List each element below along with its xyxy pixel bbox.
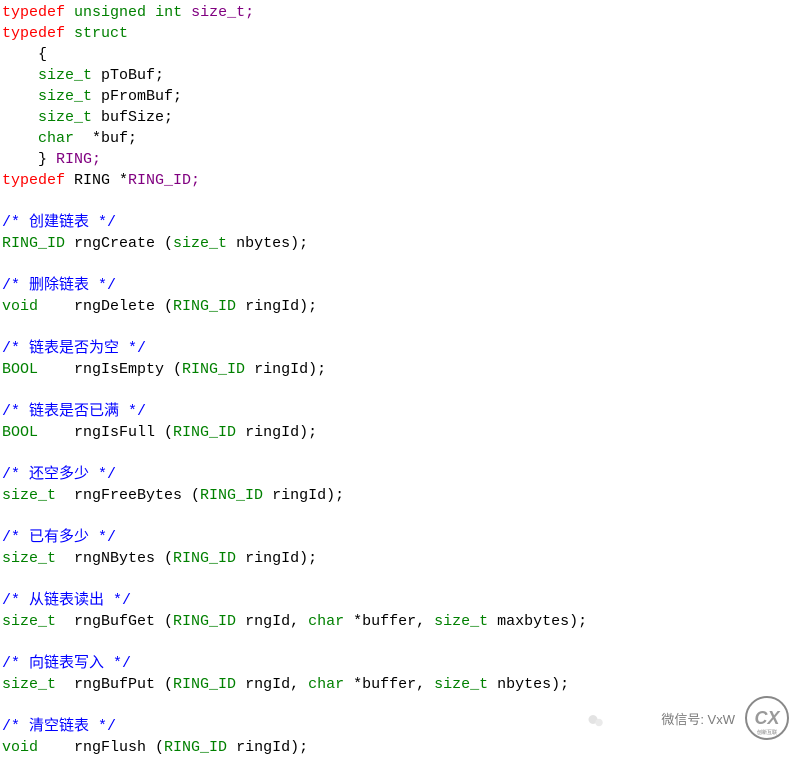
param-type: RING_ID [173,550,236,567]
comment-freebytes: /* 还空多少 */ [2,466,116,483]
param-type: char [308,613,344,630]
ret-bool: BOOL [2,361,38,378]
kw-struct: struct [74,25,128,42]
type-sizet: size_t [38,67,92,84]
watermark-logo: CX 创新互联 [745,696,789,740]
param-type: RING_ID [173,676,236,693]
type-char: char [38,130,74,147]
fn-rngFlush: rngFlush ( [38,739,164,756]
param-name: ringId); [236,298,317,315]
indent [2,109,38,126]
fn-rngIsFull: rngIsFull ( [38,424,173,441]
param-type: size_t [173,235,227,252]
kw-typedef: typedef [2,4,65,21]
param-name: nbytes); [227,235,308,252]
param-type: char [308,676,344,693]
typename-ring: RING; [56,151,101,168]
param-type: RING_ID [173,298,236,315]
logo-circle: CX 创新互联 [745,696,789,740]
param-type: RING_ID [200,487,263,504]
comment-nbytes: /* 已有多少 */ [2,529,116,546]
field-bufSize: bufSize; [92,109,173,126]
ret-sizet: size_t [2,550,56,567]
kw-unsigned: unsigned [74,4,146,21]
typename-sizet: size_t; [191,4,254,21]
field-pFromBuf: pFromBuf; [92,88,182,105]
param-type: RING_ID [173,424,236,441]
fn-rngDelete: rngDelete ( [38,298,173,315]
indent [2,130,38,147]
ret-ringid: RING_ID [2,235,65,252]
fn-rngIsEmpty: rngIsEmpty ( [38,361,182,378]
ret-sizet: size_t [2,613,56,630]
fn-rngBufPut: rngBufPut ( [56,676,173,693]
brace-open: { [2,46,47,63]
logo-sub-text: 创新互联 [757,729,777,736]
param-name: ringId); [236,424,317,441]
ret-void: void [2,739,38,756]
field-pToBuf: pToBuf; [92,67,164,84]
logo-main-text: CX [754,708,779,729]
watermark-wechat-label: 微信号: VxW [661,709,735,728]
param-name: *buffer, [344,613,434,630]
param-type: size_t [434,613,488,630]
comment-isempty: /* 链表是否为空 */ [2,340,146,357]
fn-rngCreate: rngCreate ( [65,235,173,252]
param-name: rngId, [236,613,308,630]
kw-typedef: typedef [2,172,65,189]
ret-sizet: size_t [2,487,56,504]
param-type: RING_ID [182,361,245,378]
comment-bufget: /* 从链表读出 */ [2,592,131,609]
type-sizet: size_t [38,109,92,126]
param-name: nbytes); [488,676,569,693]
kw-int: int [155,4,182,21]
indent [2,67,38,84]
comment-create: /* 创建链表 */ [2,214,116,231]
type-sizet: size_t [38,88,92,105]
param-name: ringId); [227,739,308,756]
ring-ptr: RING * [65,172,128,189]
ret-bool: BOOL [2,424,38,441]
ret-sizet: size_t [2,676,56,693]
kw-typedef: typedef [2,25,65,42]
source-code: typedef unsigned int size_t; typedef str… [0,0,795,760]
comment-delete: /* 删除链表 */ [2,277,116,294]
param-name: *buffer, [344,676,434,693]
comment-bufput: /* 向链表写入 */ [2,655,131,672]
fn-rngFreeBytes: rngFreeBytes ( [56,487,200,504]
param-name: ringId); [263,487,344,504]
param-name: maxbytes); [488,613,587,630]
param-type: RING_ID [173,613,236,630]
fn-rngBufGet: rngBufGet ( [56,613,173,630]
typename-ringid: RING_ID; [128,172,200,189]
param-type: size_t [434,676,488,693]
comment-flush: /* 清空链表 */ [2,718,116,735]
fn-rngNBytes: rngNBytes ( [56,550,173,567]
param-name: ringId); [245,361,326,378]
comment-isfull: /* 链表是否已满 */ [2,403,146,420]
brace-close: } [2,151,56,168]
param-name: rngId, [236,676,308,693]
param-type: RING_ID [164,739,227,756]
indent [2,88,38,105]
ret-void: void [2,298,38,315]
field-buf: *buf; [74,130,137,147]
wechat-icon [587,712,605,730]
param-name: ringId); [236,550,317,567]
